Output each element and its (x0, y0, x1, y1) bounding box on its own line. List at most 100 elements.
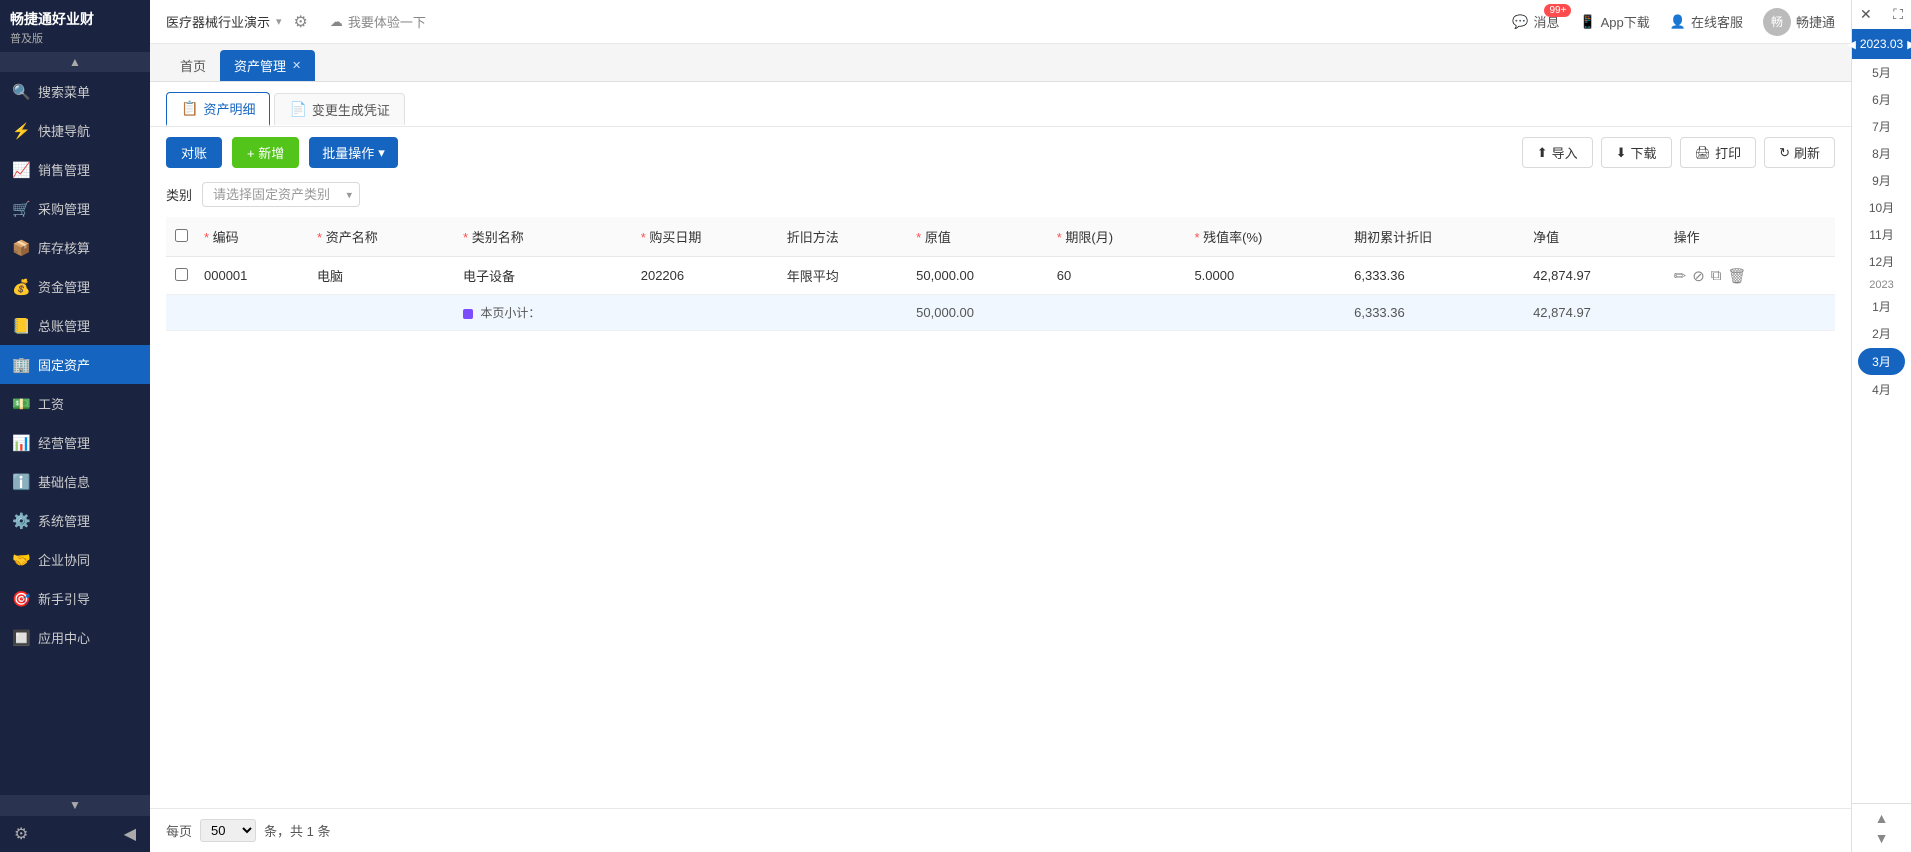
cal-month-7[interactable]: 7月 (1852, 113, 1911, 140)
cal-month-11[interactable]: 11月 (1852, 221, 1911, 248)
filter-row: 类别 请选择固定资产类别 (150, 178, 1851, 217)
download-icon: 📱 (1579, 14, 1595, 30)
sidebar-item-sales[interactable]: 📈 销售管理 (0, 150, 150, 189)
calendar-next-icon[interactable]: ▶ (1905, 38, 1911, 51)
inventory-icon: 📦 (12, 239, 30, 257)
category-select[interactable]: 请选择固定资产类别 (202, 182, 360, 207)
col-code: 编码 (196, 217, 309, 257)
toolbar-right: ⬆ 导入 ⬇ 下载 🖨 打印 ↻ 刷新 (1522, 137, 1835, 168)
delete-icon[interactable]: 🗑 (1728, 267, 1747, 285)
topbar-right: 💬 消息 99+ 📱 App下载 👤 在线客服 畅 畅捷通 (1512, 8, 1835, 36)
change-voucher-icon: 📄 (289, 101, 306, 118)
sidebar-item-payroll[interactable]: 💵 工资 (0, 384, 150, 423)
table-row: 000001 电脑 电子设备 202206 年限平均 50,000.00 60 … (166, 257, 1835, 295)
sub-tab-change-voucher[interactable]: 📄 变更生成凭证 (274, 93, 404, 125)
category-select-wrap: 请选择固定资产类别 (202, 182, 360, 207)
import-button[interactable]: ⬆ 导入 (1522, 137, 1593, 168)
finance-icon: 💰 (12, 278, 30, 296)
refresh-button[interactable]: ↻ 刷新 (1764, 137, 1835, 168)
user-action[interactable]: 畅 畅捷通 (1763, 8, 1835, 36)
cal-month-4[interactable]: 4月 (1852, 376, 1911, 403)
batch-button[interactable]: 批量操作 ▾ (309, 137, 398, 168)
row-depreciation-method: 年限平均 (779, 257, 908, 295)
sidebar-item-finance[interactable]: 💰 资金管理 (0, 267, 150, 306)
sidebar-item-app-center[interactable]: 🔲 应用中心 (0, 618, 150, 657)
cal-month-5[interactable]: 5月 (1852, 59, 1911, 86)
sidebar-item-search[interactable]: 🔍 搜索菜单 (0, 72, 150, 111)
pagination: 每页 50 10 20 100 条，共 1 条 (150, 808, 1851, 852)
sidebar-item-enterprise[interactable]: 🤝 企业协同 (0, 540, 150, 579)
sidebar-item-label: 新手引导 (38, 589, 90, 608)
col-category: 类别名称 (455, 217, 633, 257)
app-download-action[interactable]: 📱 App下载 (1579, 12, 1649, 31)
reconcile-button[interactable]: 对账 (166, 137, 222, 168)
cal-month-6[interactable]: 6月 (1852, 86, 1911, 113)
sidebar-item-label: 销售管理 (38, 160, 90, 179)
calendar-prev-icon[interactable]: ◀ (1845, 38, 1857, 51)
sidebar-item-operations[interactable]: 📊 经营管理 (0, 423, 150, 462)
cal-month-10[interactable]: 10月 (1852, 194, 1911, 221)
calendar-panel: ✕ ⛶ ◀ 2023.03 ▶ 5月 6月 7月 8月 9月 10月 11月 1… (1851, 0, 1911, 852)
col-initial-accumulated: 期初累计折旧 (1346, 217, 1525, 257)
tab-home[interactable]: 首页 (166, 50, 220, 81)
sidebar-item-label: 采购管理 (38, 199, 90, 218)
row-purchase-date: 202206 (633, 257, 779, 295)
edit-icon[interactable]: ✏ (1674, 267, 1687, 285)
sidebar-item-quick-nav[interactable]: ⚡ 快捷导航 (0, 111, 150, 150)
sidebar-item-label: 应用中心 (38, 628, 90, 647)
sidebar-item-inventory[interactable]: 📦 库存核算 (0, 228, 150, 267)
sidebar-item-system[interactable]: ⚙️ 系统管理 (0, 501, 150, 540)
sidebar-settings-icon[interactable]: ⚙ (14, 824, 28, 844)
row-checkbox[interactable] (175, 268, 188, 281)
cal-month-8[interactable]: 8月 (1852, 140, 1911, 167)
sub-tab-asset-detail[interactable]: 📋 资产明细 (166, 92, 270, 126)
sidebar-item-label: 工资 (38, 394, 64, 413)
cal-month-12[interactable]: 12月 (1852, 248, 1911, 275)
print-button[interactable]: 🖨 打印 (1680, 137, 1757, 168)
subtotal-original-value: 50,000.00 (908, 295, 1049, 331)
message-action[interactable]: 💬 消息 99+ (1512, 12, 1559, 31)
sidebar-item-label: 固定资产 (38, 355, 90, 374)
sidebar-item-guide[interactable]: 🎯 新手引导 (0, 579, 150, 618)
company-selector[interactable]: 医疗器械行业演示 ▾ (166, 12, 282, 31)
select-all-checkbox[interactable] (175, 229, 188, 242)
per-page-select[interactable]: 50 10 20 100 (200, 819, 256, 842)
assets-table: 编码 资产名称 类别名称 购买日期 折旧方法 原值 期限(月) 残值率(%) 期… (166, 217, 1835, 331)
subtotal-net-value: 42,874.97 (1525, 295, 1666, 331)
sidebar-scroll-down[interactable]: ▼ (0, 795, 150, 815)
sidebar-item-purchase[interactable]: 🛒 采购管理 (0, 189, 150, 228)
sidebar-collapse-icon[interactable]: ◀ (124, 824, 136, 844)
experience-btn[interactable]: ☁ 我要体验一下 (330, 12, 426, 31)
cal-year-2023-label: 2023 (1852, 275, 1911, 293)
sidebar-scroll-up[interactable]: ▲ (0, 52, 150, 72)
sidebar-item-fixed-assets[interactable]: 🏢 固定资产 (0, 345, 150, 384)
tab-asset-mgmt[interactable]: 资产管理 ✕ (220, 50, 315, 81)
table-wrap: 编码 资产名称 类别名称 购买日期 折旧方法 原值 期限(月) 残值率(%) 期… (150, 217, 1851, 808)
sidebar-item-label: 资金管理 (38, 277, 90, 296)
asset-detail-icon: 📋 (181, 100, 198, 117)
sidebar-nav: 🔍 搜索菜单 ⚡ 快捷导航 📈 销售管理 🛒 采购管理 📦 库存核算 💰 资金管… (0, 72, 150, 795)
sidebar-item-basic-info[interactable]: ℹ️ 基础信息 (0, 462, 150, 501)
fixed-assets-icon: 🏢 (12, 356, 30, 374)
new-button[interactable]: + 新增 (232, 137, 299, 168)
cal-month-9[interactable]: 9月 (1852, 167, 1911, 194)
settings-gear-icon[interactable]: ⚙ (294, 12, 308, 32)
app-download-label: App下载 (1601, 12, 1650, 31)
online-service-action[interactable]: 👤 在线客服 (1670, 12, 1743, 31)
copy-icon[interactable]: ⧉ (1711, 267, 1722, 284)
download-button[interactable]: ⬇ 下载 (1601, 137, 1672, 168)
cal-month-1[interactable]: 1月 (1852, 293, 1911, 320)
cal-month-3[interactable]: 3月 (1858, 348, 1905, 375)
username-label: 畅捷通 (1796, 12, 1835, 31)
calendar-close-btn[interactable]: ✕ (1858, 4, 1874, 25)
disable-icon[interactable]: ⊘ (1692, 267, 1705, 285)
cal-month-2[interactable]: 2月 (1852, 320, 1911, 347)
calendar-expand-btn[interactable]: ⛶ (1891, 4, 1905, 25)
subtotal-initial-accumulated: 6,333.36 (1346, 295, 1525, 331)
cal-scroll-down-btn[interactable]: ▼ (1875, 830, 1889, 846)
cal-scroll-up-btn[interactable]: ▲ (1875, 810, 1889, 826)
import-icon: ⬆ (1537, 145, 1548, 161)
tab-close-icon[interactable]: ✕ (292, 59, 301, 72)
sidebar-item-ledger[interactable]: 📒 总账管理 (0, 306, 150, 345)
online-service-label: 在线客服 (1691, 12, 1743, 31)
